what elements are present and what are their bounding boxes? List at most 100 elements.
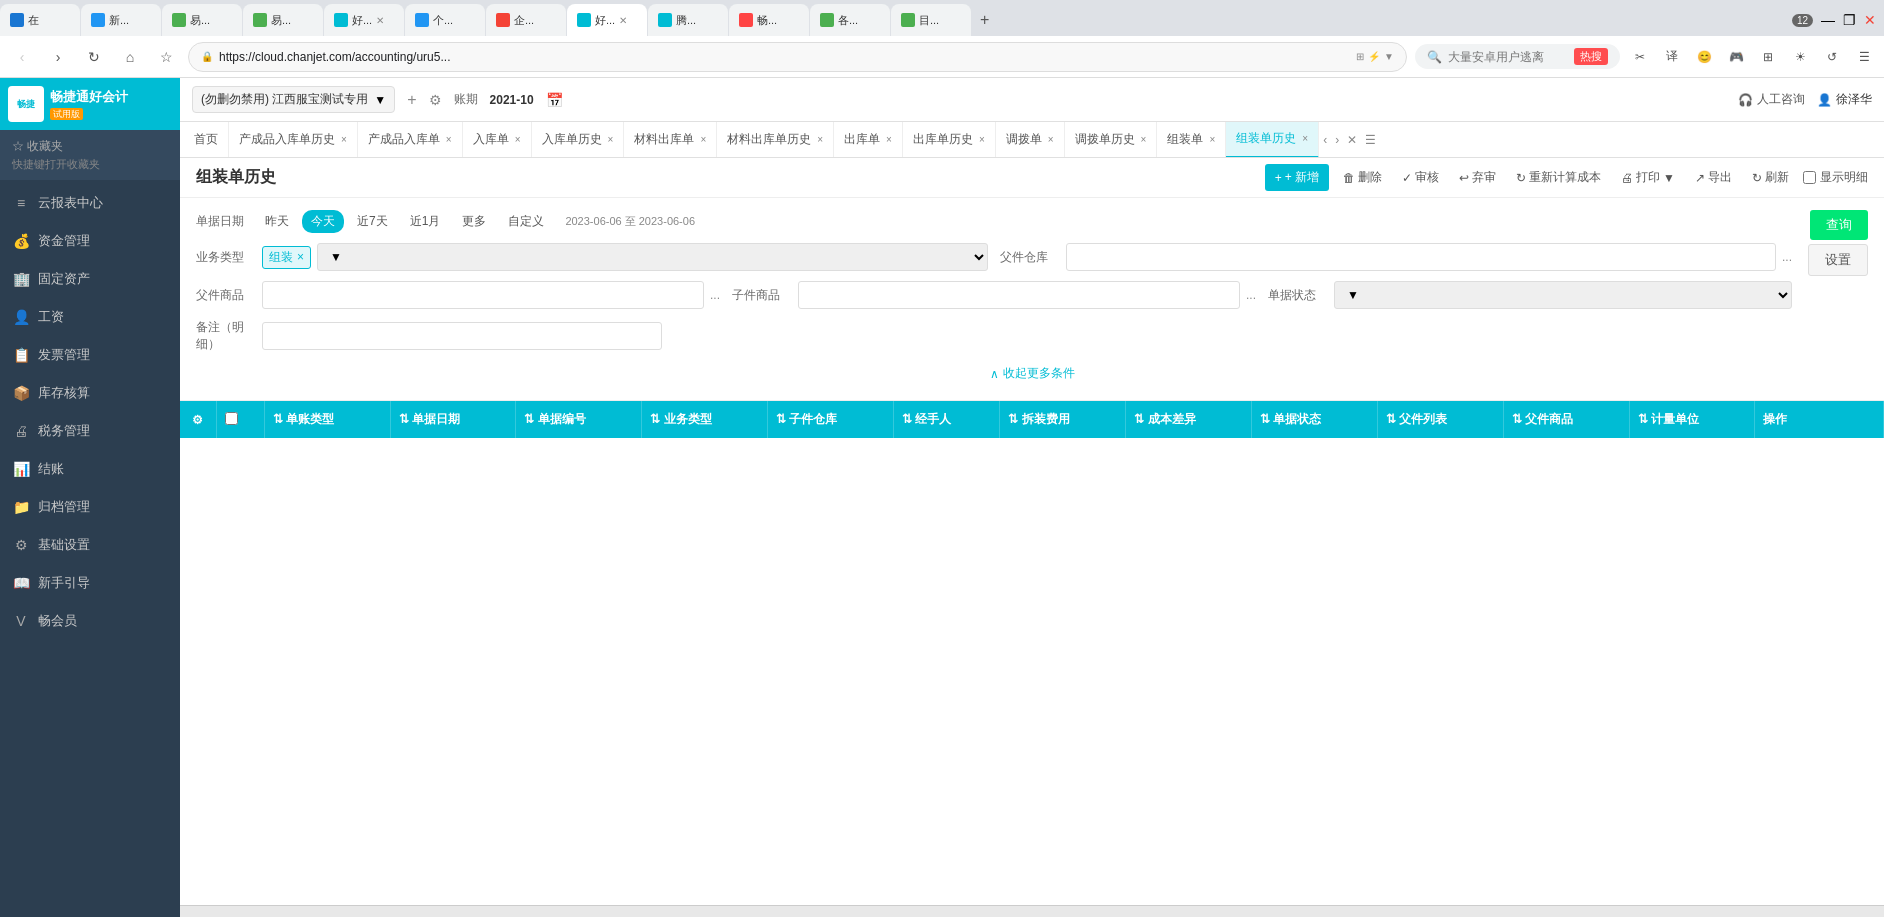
- th-unit[interactable]: ⇅ 计量单位: [1629, 401, 1755, 438]
- home-button[interactable]: ⌂: [116, 43, 144, 71]
- parent-goods-more[interactable]: ...: [710, 288, 720, 302]
- sidebar-item-settlement[interactable]: 📊 结账: [0, 450, 180, 488]
- sidebar-item-member[interactable]: V 畅会员: [0, 602, 180, 640]
- sun-icon[interactable]: ☀: [1788, 45, 1812, 69]
- new-tab-button[interactable]: +: [972, 4, 997, 36]
- back-button[interactable]: ‹: [8, 43, 36, 71]
- subtab-prod[interactable]: 产成品入库单 ×: [358, 122, 463, 158]
- tab-3[interactable]: 易...: [243, 4, 323, 36]
- subtab-material-out[interactable]: 材料出库单 ×: [624, 122, 717, 158]
- th-handler[interactable]: ⇅ 经手人: [893, 401, 1000, 438]
- subtab-assembly[interactable]: 组装单 ×: [1157, 122, 1226, 158]
- export-button[interactable]: ↗ 导出: [1689, 165, 1738, 190]
- query-button[interactable]: 查询: [1810, 210, 1868, 240]
- add-button[interactable]: + + 新增: [1265, 164, 1329, 191]
- tabs-scroll-right[interactable]: ›: [1331, 133, 1343, 147]
- sidebar-item-reports[interactable]: ≡ 云报表中心: [0, 184, 180, 222]
- print-button[interactable]: 🖨 打印 ▼: [1615, 165, 1681, 190]
- tabs-more-icon[interactable]: ☰: [1361, 133, 1380, 147]
- delete-button[interactable]: 🗑 删除: [1337, 165, 1388, 190]
- subtab-outbound-history[interactable]: 出库单历史 ×: [903, 122, 996, 158]
- th-bill-status[interactable]: ⇅ 单据状态: [1252, 401, 1378, 438]
- recalc-button[interactable]: ↻ 重新计算成本: [1510, 165, 1607, 190]
- tab-9[interactable]: 畅...: [729, 4, 809, 36]
- th-biz-type[interactable]: ⇅ 业务类型: [642, 401, 768, 438]
- menu-icon[interactable]: ☰: [1852, 45, 1876, 69]
- date-btn-today[interactable]: 今天: [302, 210, 344, 233]
- scissors-icon[interactable]: ✂: [1628, 45, 1652, 69]
- sidebar-item-assets[interactable]: 🏢 固定资产: [0, 260, 180, 298]
- sidebar-item-salary[interactable]: 👤 工资: [0, 298, 180, 336]
- tab-2[interactable]: 易...: [162, 4, 242, 36]
- th-child-warehouse[interactable]: ⇅ 子件仓库: [768, 401, 894, 438]
- maximize-button[interactable]: ❐: [1843, 12, 1856, 28]
- subtab-assembly-history[interactable]: 组装单历史 ×: [1226, 122, 1319, 158]
- calendar-icon[interactable]: 📅: [546, 92, 563, 108]
- forward-button[interactable]: ›: [44, 43, 72, 71]
- add-company-icon[interactable]: +: [407, 91, 416, 109]
- parent-warehouse-input[interactable]: [1066, 243, 1776, 271]
- close-window-button[interactable]: ✕: [1864, 12, 1876, 28]
- reload-button[interactable]: ↻: [80, 43, 108, 71]
- th-checkbox[interactable]: [216, 401, 264, 438]
- close-outbound-history[interactable]: ×: [979, 134, 985, 145]
- close-prod-history[interactable]: ×: [341, 134, 347, 145]
- sidebar-item-tax[interactable]: 🖨 税务管理: [0, 412, 180, 450]
- date-btn-yesterday[interactable]: 昨天: [256, 210, 298, 233]
- th-parent-goods[interactable]: ⇅ 父件商品: [1503, 401, 1629, 438]
- close-assembly[interactable]: ×: [1209, 134, 1215, 145]
- parent-goods-input[interactable]: [262, 281, 704, 309]
- set-button[interactable]: 设置: [1808, 244, 1868, 276]
- scroll-bar-area[interactable]: [180, 905, 1884, 917]
- tab-10[interactable]: 各...: [810, 4, 890, 36]
- th-number[interactable]: ⇅ 单据编号: [516, 401, 642, 438]
- audit-button[interactable]: ✓ 审核: [1396, 165, 1445, 190]
- subtab-outbound[interactable]: 出库单 ×: [834, 122, 903, 158]
- subtab-material-out-history[interactable]: 材料出库单历史 ×: [717, 122, 834, 158]
- close-inbound-history[interactable]: ×: [608, 134, 614, 145]
- sidebar-item-funds[interactable]: 💰 资金管理: [0, 222, 180, 260]
- close-transfer-history[interactable]: ×: [1141, 134, 1147, 145]
- tab-7[interactable]: 好... ✕: [567, 4, 647, 36]
- tab-5[interactable]: 个...: [405, 4, 485, 36]
- grid-icon[interactable]: ⊞: [1756, 45, 1780, 69]
- url-bar[interactable]: 🔒 https://cloud.chanjet.com/accounting/u…: [188, 42, 1407, 72]
- remarks-input[interactable]: [262, 322, 662, 350]
- close-inbound[interactable]: ×: [515, 134, 521, 145]
- table-settings-icon[interactable]: ⚙: [192, 413, 203, 427]
- sidebar-item-archive[interactable]: 📁 归档管理: [0, 488, 180, 526]
- tab-0[interactable]: 在: [0, 4, 80, 36]
- close-outbound[interactable]: ×: [886, 134, 892, 145]
- th-cost-diff[interactable]: ⇅ 成本差异: [1126, 401, 1252, 438]
- tab-11[interactable]: 目...: [891, 4, 971, 36]
- subtab-prod-history[interactable]: 产成品入库单历史 ×: [229, 122, 358, 158]
- subtab-transfer-history[interactable]: 调拨单历史 ×: [1065, 122, 1158, 158]
- abandon-button[interactable]: ↩ 弃审: [1453, 165, 1502, 190]
- th-type[interactable]: ⇅ 单账类型: [264, 401, 390, 438]
- parent-warehouse-more[interactable]: ...: [1782, 250, 1792, 264]
- collapse-button[interactable]: ∧ 收起更多条件: [196, 359, 1868, 388]
- date-btn-1month[interactable]: 近1月: [401, 210, 450, 233]
- dropdown-icon[interactable]: ▼: [1384, 51, 1394, 62]
- child-goods-input[interactable]: [798, 281, 1240, 309]
- th-date[interactable]: ⇅ 单据日期: [390, 401, 516, 438]
- table-settings-header[interactable]: ⚙: [180, 401, 216, 438]
- tabs-scroll-left[interactable]: ‹: [1319, 133, 1331, 147]
- bookmark-button[interactable]: ☆: [152, 43, 180, 71]
- sidebar-item-settings[interactable]: ⚙ 基础设置: [0, 526, 180, 564]
- settings-gear-icon[interactable]: ⚙: [429, 92, 442, 108]
- tab-4[interactable]: 好... ✕: [324, 4, 404, 36]
- tab-close-4[interactable]: ✕: [376, 15, 384, 26]
- sidebar-item-guide[interactable]: 📖 新手引导: [0, 564, 180, 602]
- history-icon[interactable]: ↺: [1820, 45, 1844, 69]
- tab-6[interactable]: 企...: [486, 4, 566, 36]
- bookmark-star-icon[interactable]: ⚡: [1368, 51, 1380, 62]
- th-parent-list[interactable]: ⇅ 父件列表: [1377, 401, 1503, 438]
- subtab-home[interactable]: 首页: [184, 122, 229, 158]
- tab-8[interactable]: 腾...: [648, 4, 728, 36]
- tab-1[interactable]: 新...: [81, 4, 161, 36]
- bill-status-dropdown[interactable]: ▼: [1334, 281, 1792, 309]
- select-all-checkbox[interactable]: [225, 412, 238, 425]
- tab-close-7[interactable]: ✕: [619, 15, 627, 26]
- emoji-icon[interactable]: 😊: [1692, 45, 1716, 69]
